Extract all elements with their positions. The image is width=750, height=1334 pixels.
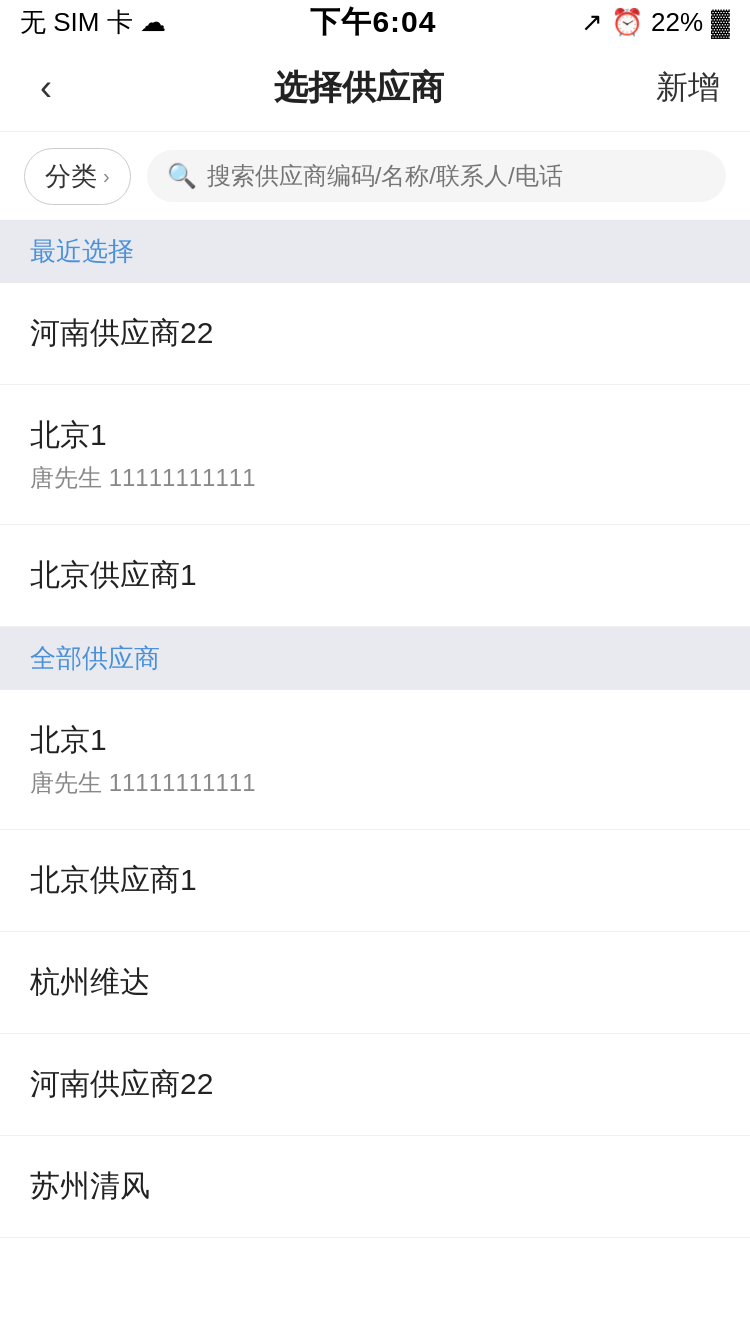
status-right: ↗ ⏰ 22% ▓ [581, 7, 730, 38]
list-item[interactable]: 河南供应商22 [0, 1034, 750, 1136]
battery-level: 22% [651, 7, 703, 38]
nav-bar: ‹ 选择供应商 新增 [0, 44, 750, 132]
search-box[interactable]: 🔍 [147, 150, 726, 202]
item-name: 北京供应商1 [30, 860, 720, 901]
item-name: 河南供应商22 [30, 1064, 720, 1105]
item-name: 北京1 [30, 415, 720, 456]
item-name: 杭州维达 [30, 962, 720, 1003]
chevron-right-icon: › [103, 165, 110, 188]
list-item[interactable]: 北京供应商1 [0, 830, 750, 932]
item-name: 北京供应商1 [30, 555, 720, 596]
alarm-icon: ⏰ [611, 7, 643, 38]
status-bar: 无 SIM 卡 ☁ 下午6:04 ↗ ⏰ 22% ▓ [0, 0, 750, 44]
status-time: 下午6:04 [310, 2, 436, 43]
add-button[interactable]: 新增 [656, 66, 720, 110]
item-name: 北京1 [30, 720, 720, 761]
recent-section-header: 最近选择 [0, 220, 750, 283]
item-name: 河南供应商22 [30, 313, 720, 354]
item-name: 苏州清风 [30, 1166, 720, 1207]
recent-section-label: 最近选择 [30, 236, 134, 266]
item-sub: 唐先生 11111111111 [30, 462, 720, 494]
all-section-label: 全部供应商 [30, 643, 160, 673]
location-icon: ↗ [581, 7, 603, 38]
list-item[interactable]: 苏州清风 [0, 1136, 750, 1238]
sim-status: 无 SIM 卡 ☁ [20, 5, 166, 40]
list-item[interactable]: 杭州维达 [0, 932, 750, 1034]
page-title: 选择供应商 [274, 65, 444, 111]
all-list: 北京1 唐先生 11111111111 北京供应商1 杭州维达河南供应商22 苏州清风 [0, 690, 750, 1238]
list-item[interactable]: 北京1 唐先生 11111111111 [0, 385, 750, 525]
list-item[interactable]: 北京1 唐先生 11111111111 [0, 690, 750, 830]
item-sub: 唐先生 11111111111 [30, 767, 720, 799]
category-label: 分类 [45, 159, 97, 194]
list-item[interactable]: 北京供应商1 [0, 525, 750, 627]
back-button[interactable]: ‹ [30, 57, 62, 119]
search-input[interactable] [207, 162, 706, 190]
status-left: 无 SIM 卡 ☁ [20, 5, 166, 40]
list-item[interactable]: 河南供应商22 [0, 283, 750, 385]
recent-list: 河南供应商22 北京1 唐先生 11111111111 北京供应商1 [0, 283, 750, 627]
battery-icon: ▓ [711, 7, 730, 38]
filter-bar: 分类 › 🔍 [0, 132, 750, 220]
search-icon: 🔍 [167, 162, 197, 190]
all-section-header: 全部供应商 [0, 627, 750, 690]
category-button[interactable]: 分类 › [24, 148, 131, 205]
